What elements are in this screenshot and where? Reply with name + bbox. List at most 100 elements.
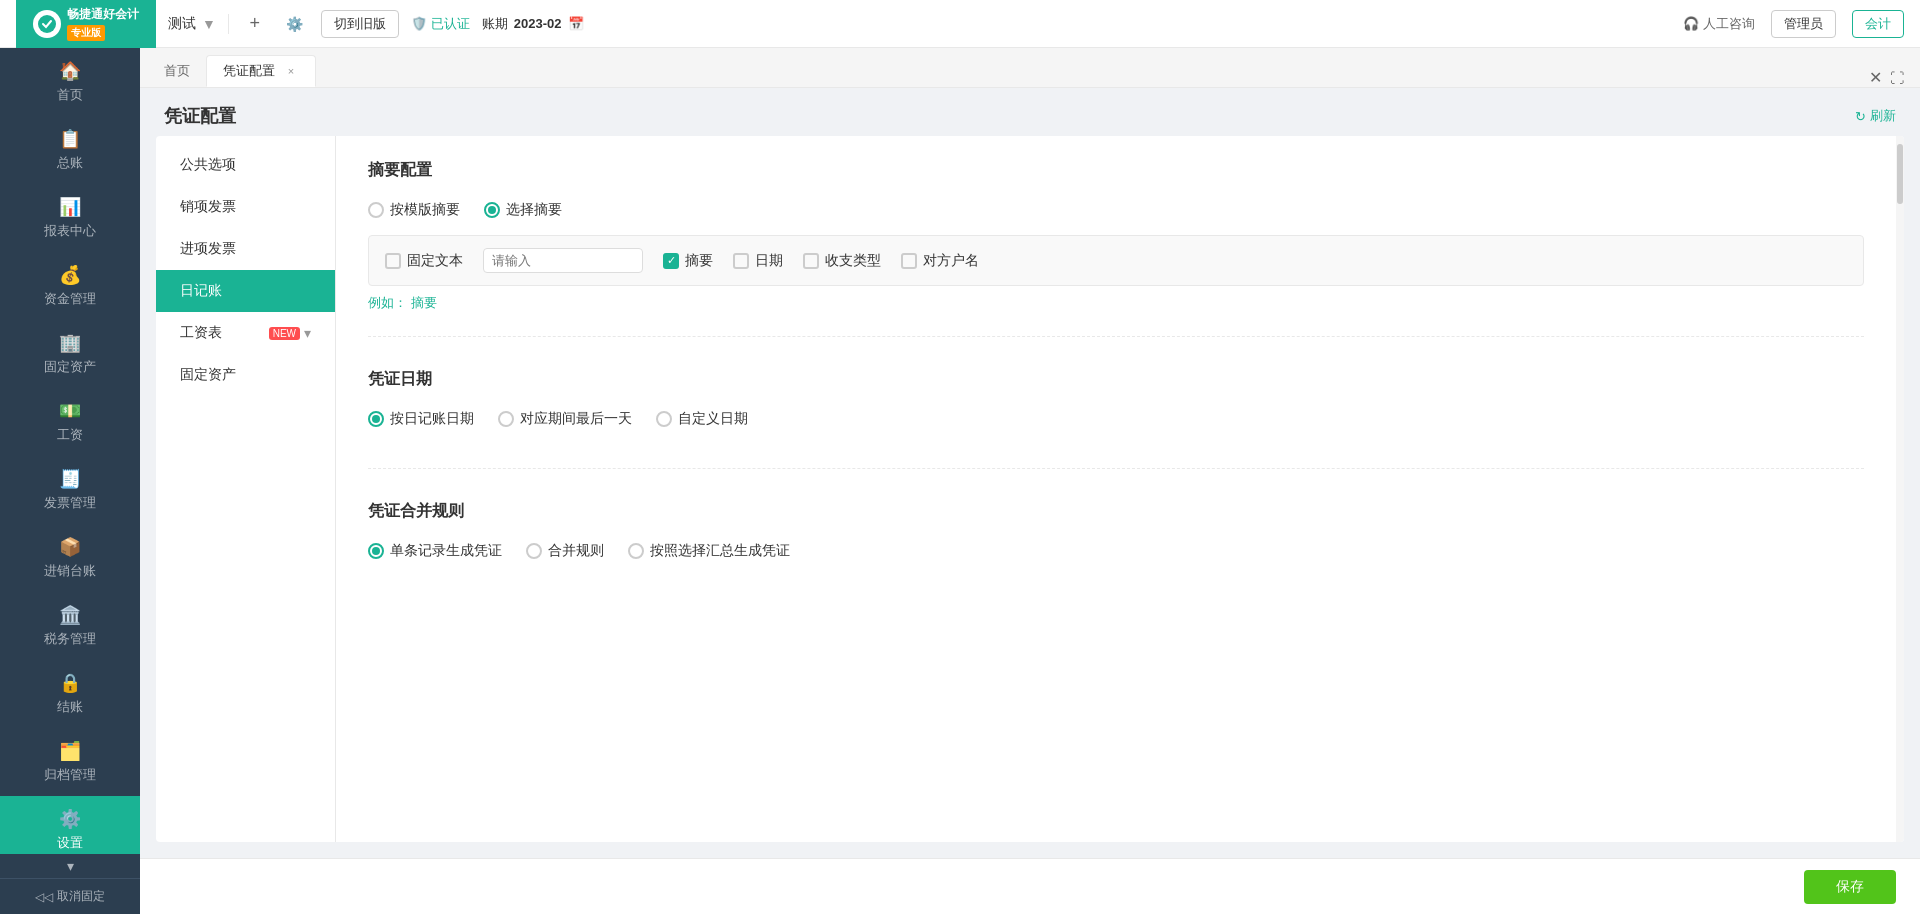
- radio-template-summary[interactable]: 按模版摘要: [368, 201, 460, 219]
- sidebar-label-archive: 归档管理: [44, 766, 96, 784]
- accountant-button[interactable]: 会计: [1852, 10, 1904, 38]
- sidebar-scroll-down[interactable]: ▾: [0, 854, 140, 878]
- arrow-down-icon: ▾: [304, 325, 311, 341]
- sidebar-item-funds[interactable]: 💰 资金管理: [0, 252, 140, 320]
- sidebar-item-tax[interactable]: 🏛️ 税务管理: [0, 592, 140, 660]
- cancel-fixed-button[interactable]: ◁◁ 取消固定: [0, 878, 140, 914]
- tab-home[interactable]: 首页: [148, 55, 206, 87]
- sidebar-label-reports: 报表中心: [44, 222, 96, 240]
- topbar: 畅捷通好会计 专业版 测试 ▼ + ⚙️ 切到旧版 🛡️ 已认证 账期 2023…: [0, 0, 1920, 48]
- checkbox-date[interactable]: 日期: [733, 252, 783, 270]
- settings-icon[interactable]: ⚙️: [281, 10, 309, 38]
- radio-journal-date[interactable]: 按日记账日期: [368, 410, 474, 428]
- new-badge: NEW: [269, 327, 300, 340]
- checkbox-income-type[interactable]: 收支类型: [803, 252, 881, 270]
- sidebar-label-settings: 设置: [57, 834, 83, 852]
- reports-icon: 📊: [59, 196, 81, 218]
- page-header: 凭证配置 ↻ 刷新: [140, 88, 1920, 136]
- certified-badge: 🛡️ 已认证: [411, 15, 470, 33]
- refresh-button[interactable]: ↻ 刷新: [1855, 107, 1896, 125]
- calendar-icon[interactable]: 📅: [568, 16, 584, 31]
- radio-single-record[interactable]: 单条记录生成凭证: [368, 542, 502, 560]
- tax-icon: 🏛️: [59, 604, 81, 626]
- left-nav-journal[interactable]: 日记账: [156, 270, 335, 312]
- radio-last-day[interactable]: 对应期间最后一天: [498, 410, 632, 428]
- checkbox-box-date: [733, 253, 749, 269]
- sidebar-item-assets[interactable]: 🏢 固定资产: [0, 320, 140, 388]
- left-nav-fixed-assets[interactable]: 固定资产: [156, 354, 335, 396]
- archive-icon: 🗂️: [59, 740, 81, 762]
- sidebar-label-payroll: 工资: [57, 426, 83, 444]
- date-radio-group: 按日记账日期 对应期间最后一天 自定义日期: [368, 410, 1864, 428]
- tab-close-button[interactable]: ×: [283, 63, 299, 79]
- right-scrollbar[interactable]: [1896, 136, 1904, 842]
- sidebar-item-close[interactable]: 🔒 结账: [0, 660, 140, 728]
- checkbox-box-summary: ✓: [663, 253, 679, 269]
- left-nav: 公共选项 销项发票 进项发票 日记账 工资表: [156, 136, 336, 842]
- sidebar-label-assets: 固定资产: [44, 358, 96, 376]
- ledger-icon: 📋: [59, 128, 81, 150]
- sidebar-label-funds: 资金管理: [44, 290, 96, 308]
- radio-circle-journal: [368, 411, 384, 427]
- sidebar-item-invoice[interactable]: 🧾 发票管理: [0, 456, 140, 524]
- sidebar-item-home[interactable]: 🏠 首页: [0, 48, 140, 116]
- period-info: 账期 2023-02 📅: [482, 15, 584, 33]
- purchase-icon: 📦: [59, 536, 81, 558]
- tab-actions: ✕ ⛶: [1869, 68, 1912, 87]
- inner-layout: 公共选项 销项发票 进项发票 日记账 工资表: [156, 136, 1904, 842]
- svg-point-0: [38, 15, 56, 33]
- radio-merge-rules[interactable]: 合并规则: [526, 542, 604, 560]
- topbar-right: 🎧 人工咨询 管理员 会计: [1683, 10, 1904, 38]
- radio-circle-merge: [526, 543, 542, 559]
- add-button[interactable]: +: [241, 10, 269, 38]
- tab-expand-icon[interactable]: ⛶: [1890, 70, 1904, 86]
- sidebar-item-archive[interactable]: 🗂️ 归档管理: [0, 728, 140, 796]
- invoice-icon: 🧾: [59, 468, 81, 490]
- tab-close-icon[interactable]: ✕: [1869, 68, 1882, 87]
- divider1: [228, 14, 229, 34]
- sidebar-item-payroll[interactable]: 💵 工资: [0, 388, 140, 456]
- sidebar-item-reports[interactable]: 📊 报表中心: [0, 184, 140, 252]
- sidebar-label-tax: 税务管理: [44, 630, 96, 648]
- left-nav-salary[interactable]: 工资表 NEW ▾: [156, 312, 335, 354]
- logo-line1: 畅捷通好会计: [67, 6, 139, 23]
- sidebar-label-close: 结账: [57, 698, 83, 716]
- sidebar-label-home: 首页: [57, 86, 83, 104]
- radio-select-summary[interactable]: 选择摘要: [484, 201, 562, 219]
- consult-button[interactable]: 🎧 人工咨询: [1683, 15, 1755, 33]
- sidebar-item-purchase[interactable]: 📦 进销台账: [0, 524, 140, 592]
- checkbox-counterpart[interactable]: 对方户名: [901, 252, 979, 270]
- radio-circle-single: [368, 543, 384, 559]
- checkbox-box-income: [803, 253, 819, 269]
- merge-radio-group: 单条记录生成凭证 合并规则 按照选择汇总生成凭证: [368, 542, 1864, 560]
- tabs-bar: 首页 凭证配置 × ✕ ⛶: [140, 48, 1920, 88]
- checkbox-summary[interactable]: ✓ 摘要: [663, 252, 713, 270]
- sidebar-scroll: 🏠 首页 📋 总账 📊 报表中心 💰 资金管理 🏢 固定资产 💵 工资: [0, 48, 140, 854]
- left-nav-sales[interactable]: 销项发票: [156, 186, 335, 228]
- checkbox-fixed-text[interactable]: 固定文本: [385, 252, 463, 270]
- sidebar-item-ledger[interactable]: 📋 总账: [0, 116, 140, 184]
- tab-voucher-config[interactable]: 凭证配置 ×: [206, 55, 316, 87]
- example-text: 例如： 摘要: [368, 294, 1864, 312]
- summary-section: 摘要配置 按模版摘要 选择摘要: [368, 160, 1864, 337]
- right-content: 摘要配置 按模版摘要 选择摘要: [336, 136, 1896, 842]
- fixed-text-input[interactable]: [483, 248, 643, 273]
- summary-checkbox-row: 固定文本 ✓ 摘要 日期: [368, 235, 1864, 286]
- radio-custom-date[interactable]: 自定义日期: [656, 410, 748, 428]
- left-nav-public[interactable]: 公共选项: [156, 144, 335, 186]
- radio-aggregate[interactable]: 按照选择汇总生成凭证: [628, 542, 790, 560]
- radio-circle-select: [484, 202, 500, 218]
- switch-version-button[interactable]: 切到旧版: [321, 10, 399, 38]
- save-button[interactable]: 保存: [1804, 870, 1896, 904]
- project-name: 测试: [168, 15, 196, 33]
- admin-button[interactable]: 管理员: [1771, 10, 1836, 38]
- dropdown-icon: ▼: [202, 16, 216, 32]
- sidebar-item-settings[interactable]: ⚙️ 设置: [0, 796, 140, 854]
- checkbox-box-counterpart: [901, 253, 917, 269]
- radio-circle-last-day: [498, 411, 514, 427]
- project-selector[interactable]: 测试 ▼: [168, 15, 216, 33]
- logo: 畅捷通好会计 专业版: [16, 0, 156, 48]
- refresh-icon: ↻: [1855, 109, 1866, 124]
- left-nav-purchase-inv[interactable]: 进项发票: [156, 228, 335, 270]
- merge-title: 凭证合并规则: [368, 501, 1864, 522]
